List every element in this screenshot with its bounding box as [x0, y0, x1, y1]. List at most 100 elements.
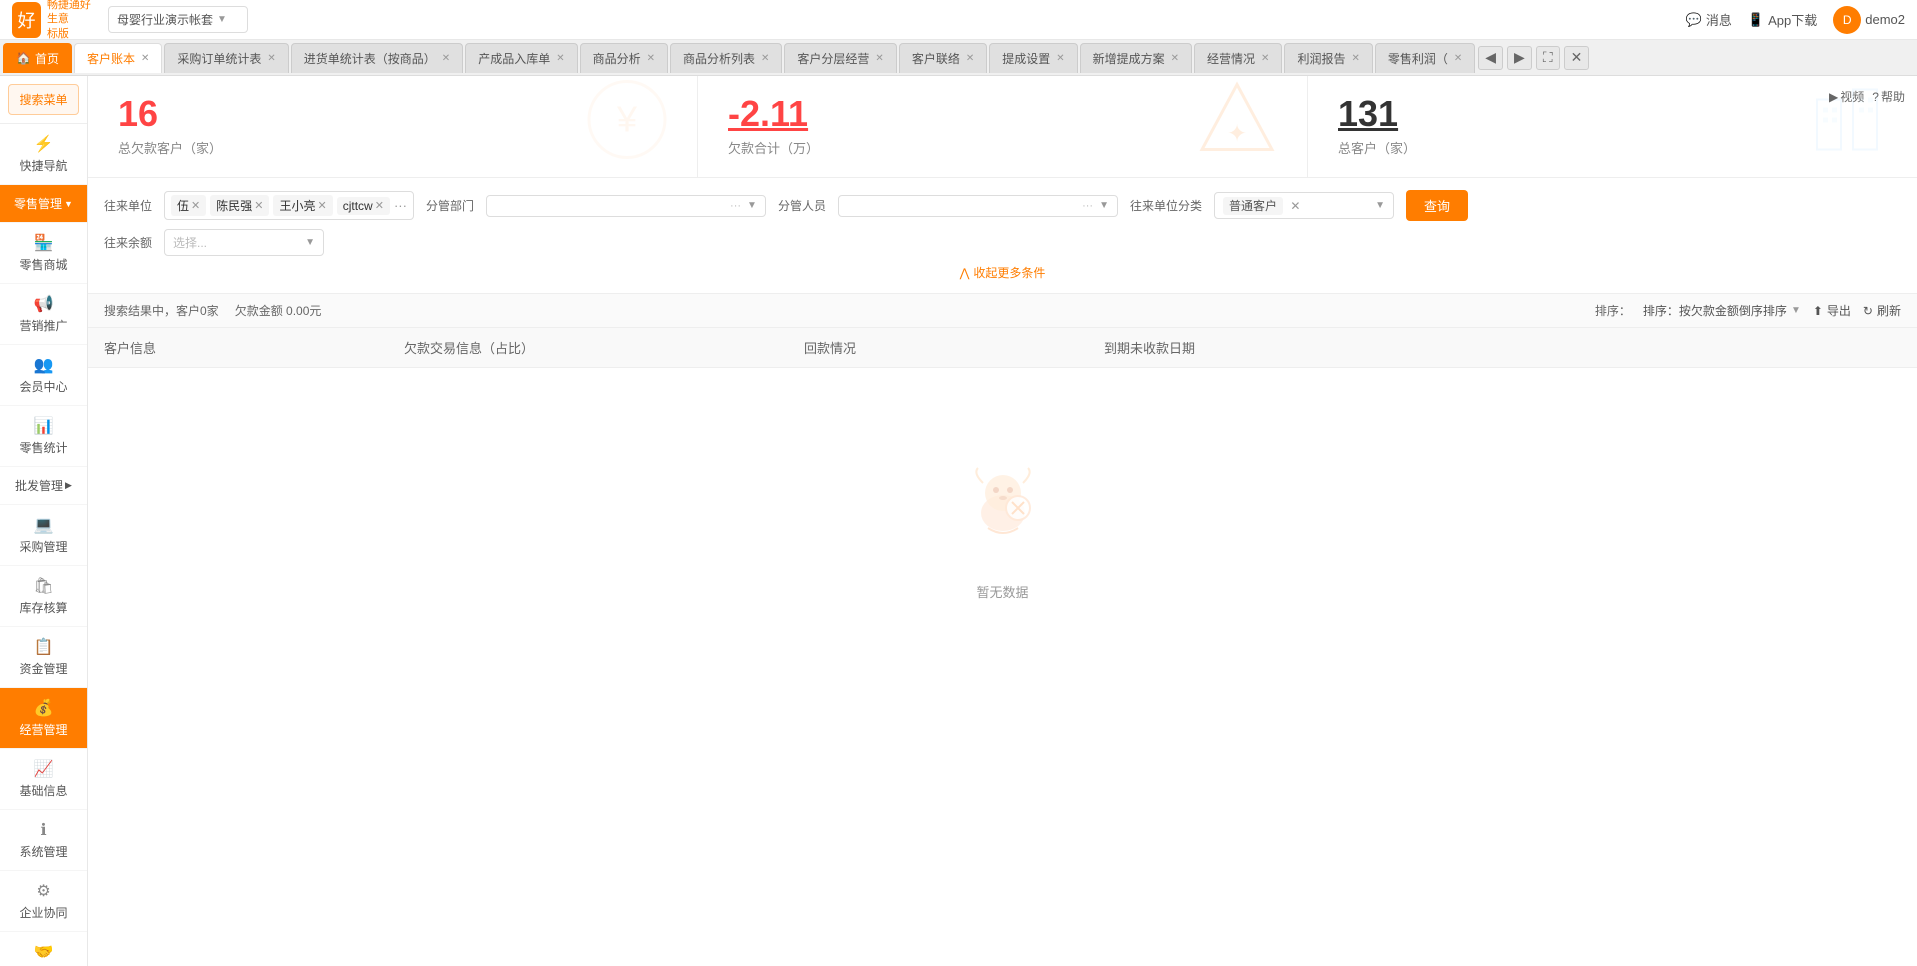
- tab-prev-button[interactable]: ◀: [1478, 46, 1503, 70]
- tab-retail-profit[interactable]: 零售利润（ ✕: [1375, 43, 1475, 73]
- unit-filter-tags[interactable]: 伍 ✕ 陈民强 ✕ 王小亮 ✕: [164, 191, 414, 220]
- tab-close-profit-report[interactable]: ✕: [1351, 53, 1359, 64]
- retail-mall-icon: 🏪: [34, 233, 54, 253]
- export-icon: ⬆: [1813, 304, 1823, 318]
- sort-select[interactable]: 排序：按欠款金额倒序排序 ▼: [1643, 302, 1801, 319]
- sidebar-item-enterprise[interactable]: 🤝 新手引导: [0, 932, 87, 966]
- stat-value-debt-customers: 16: [118, 96, 667, 132]
- unit-tags-more[interactable]: ···: [394, 198, 407, 213]
- dept-dropdown-icon: ▼: [747, 200, 757, 211]
- unit-tag-cjttcw-close[interactable]: ✕: [375, 199, 384, 212]
- search-result-debt-text: 欠款金额 0.00元: [235, 302, 322, 319]
- sidebar-item-system[interactable]: ⚙ 企业协同: [0, 871, 87, 932]
- sidebar-item-retail-mall[interactable]: 🏪 零售商城: [0, 223, 87, 284]
- person-filter-label: 分管人员: [778, 197, 826, 214]
- tab-close-retail-profit[interactable]: ✕: [1454, 53, 1462, 64]
- sidebar-item-member[interactable]: 👥 会员中心: [0, 345, 87, 406]
- sidebar-search-area: 搜索菜单: [0, 76, 87, 124]
- table-header: 客户信息 欠款交易信息（占比） 回款情况 到期未收款日期: [88, 328, 1917, 368]
- tab-product-in[interactable]: 产成品入库单 ✕: [465, 43, 577, 73]
- sidebar-item-retail[interactable]: 零售管理 ▼: [0, 185, 87, 223]
- operations-mgmt-icon: 📈: [34, 759, 54, 779]
- unit-tag-wang-close[interactable]: ✕: [318, 199, 327, 212]
- svg-text:✦: ✦: [1227, 120, 1247, 147]
- video-icon: ▶: [1829, 90, 1838, 104]
- table-col-header-customer-info: 客户信息: [104, 338, 404, 357]
- tab-product-analysis-list[interactable]: 商品分析列表 ✕: [670, 43, 782, 73]
- help-link[interactable]: ? 帮助: [1872, 88, 1905, 105]
- retail-stat-icon: 📊: [34, 416, 54, 436]
- avatar: D: [1833, 6, 1861, 34]
- tab-new-proposal[interactable]: 新增提成方案 ✕: [1080, 43, 1192, 73]
- sidebar-item-inventory[interactable]: 📋 资金管理: [0, 627, 87, 688]
- tab-next-button[interactable]: ▶: [1507, 46, 1532, 70]
- tab-close-purchase-order[interactable]: ✕: [267, 53, 275, 64]
- tab-purchase-stat[interactable]: 进货单统计表（按商品） ✕: [291, 43, 463, 73]
- tab-home[interactable]: 🏠 首页: [3, 43, 72, 73]
- tab-bar: 🏠 首页 客户账本 ✕ 采购订单统计表 ✕ 进货单统计表（按商品） ✕ 产成品入…: [0, 40, 1917, 76]
- balance-filter-select[interactable]: 选择... ▼: [164, 229, 324, 256]
- sidebar: 搜索菜单 ⚡ 快捷导航 零售管理 ▼ 🏪 零售商城 📢 营销推广 👥 会员中心: [0, 76, 88, 966]
- sidebar-item-quick-nav[interactable]: ⚡ 快捷导航: [0, 124, 87, 185]
- tab-close-operations[interactable]: ✕: [1261, 53, 1269, 64]
- tab-close-proposal-settings[interactable]: ✕: [1056, 53, 1064, 64]
- tab-close-all-button[interactable]: ✕: [1564, 46, 1590, 70]
- logo-icon: 好: [12, 2, 41, 38]
- download-icon: 📱: [1748, 12, 1764, 28]
- tab-customer-tier[interactable]: 客户分层经营 ✕: [784, 43, 896, 73]
- user-profile[interactable]: D demo2: [1833, 6, 1905, 34]
- tab-close-product-analysis[interactable]: ✕: [647, 53, 655, 64]
- page-content: 16 总欠款客户（家） ¥ -2.11 欠款合计（万）: [88, 76, 1917, 966]
- tab-profit-report[interactable]: 利润报告 ✕: [1284, 43, 1372, 73]
- tab-operations[interactable]: 经营情况 ✕: [1194, 43, 1282, 73]
- tab-close-purchase-stat[interactable]: ✕: [442, 53, 450, 64]
- tab-proposal-settings[interactable]: 提成设置 ✕: [989, 43, 1077, 73]
- tab-close-customer-tier[interactable]: ✕: [875, 53, 883, 64]
- category-filter-select[interactable]: 普通客户 ✕ ▼: [1214, 192, 1394, 219]
- stat-total-debt-customers: 16 总欠款客户（家） ¥: [88, 76, 698, 177]
- sidebar-item-ecommerce[interactable]: 💻 采购管理: [0, 505, 87, 566]
- collapse-button[interactable]: ⋀ 收起更多条件: [960, 264, 1046, 281]
- tab-close-product-in[interactable]: ✕: [556, 53, 564, 64]
- stats-bar: 16 总欠款客户（家） ¥ -2.11 欠款合计（万）: [88, 76, 1917, 178]
- unit-tag-wu-close[interactable]: ✕: [191, 199, 200, 212]
- tab-fullscreen-button[interactable]: ⛶: [1536, 46, 1560, 70]
- search-menu-button[interactable]: 搜索菜单: [8, 84, 79, 115]
- unit-tag-wang: 王小亮 ✕: [273, 195, 332, 216]
- tab-customer-contact[interactable]: 客户联络 ✕: [899, 43, 987, 73]
- balance-filter-label: 往来余额: [104, 234, 152, 251]
- table-area: 客户信息 欠款交易信息（占比） 回款情况 到期未收款日期: [88, 328, 1917, 681]
- sidebar-item-retail-stat[interactable]: 📊 零售统计: [0, 406, 87, 467]
- retail-arrow-icon: ▼: [64, 199, 73, 209]
- tab-close-customer-book[interactable]: ✕: [141, 53, 149, 64]
- tab-close-product-analysis-list[interactable]: ✕: [761, 53, 769, 64]
- empty-icon: [953, 448, 1053, 570]
- query-button[interactable]: 查询: [1406, 190, 1468, 221]
- tab-customer-book[interactable]: 客户账本 ✕: [74, 43, 162, 73]
- category-tag-close[interactable]: ✕: [1290, 199, 1300, 213]
- video-link[interactable]: ▶ 视频: [1829, 88, 1864, 105]
- tab-close-customer-contact[interactable]: ✕: [966, 53, 974, 64]
- tab-product-analysis[interactable]: 商品分析 ✕: [580, 43, 668, 73]
- table-col-header-due-date: 到期未收款日期: [1104, 338, 1901, 357]
- app-download-button[interactable]: 📱 App下载: [1748, 10, 1817, 29]
- workspace-selector[interactable]: 母婴行业演示帐套 ▼: [108, 6, 248, 33]
- sidebar-item-purchase[interactable]: 🛍 库存核算: [0, 566, 87, 627]
- table-col-header-repayment: 回款情况: [804, 338, 1104, 357]
- sidebar-item-basic-info[interactable]: ℹ 系统管理: [0, 810, 87, 871]
- category-dropdown-icon: ▼: [1375, 200, 1385, 211]
- sidebar-item-operations-mgmt[interactable]: 📈 基础信息: [0, 749, 87, 810]
- refresh-button[interactable]: ↻ 刷新: [1863, 302, 1901, 319]
- sidebar-item-marketing[interactable]: 📢 营销推广: [0, 284, 87, 345]
- sidebar-item-finance[interactable]: 💰 经营管理: [0, 688, 87, 749]
- dept-filter-select[interactable]: ··· ▼: [486, 195, 766, 217]
- tab-close-new-proposal[interactable]: ✕: [1171, 53, 1179, 64]
- tab-purchase-order[interactable]: 采购订单统计表 ✕: [164, 43, 288, 73]
- marketing-icon: 📢: [34, 294, 54, 314]
- message-button[interactable]: 💬 消息: [1686, 10, 1732, 29]
- unit-tag-chen-close[interactable]: ✕: [254, 199, 263, 212]
- person-filter-select[interactable]: ··· ▼: [838, 195, 1118, 217]
- sidebar-item-wholesale[interactable]: 批发管理 ▶: [0, 467, 87, 505]
- help-icon: ?: [1872, 90, 1879, 104]
- export-button[interactable]: ⬆ 导出: [1813, 302, 1851, 319]
